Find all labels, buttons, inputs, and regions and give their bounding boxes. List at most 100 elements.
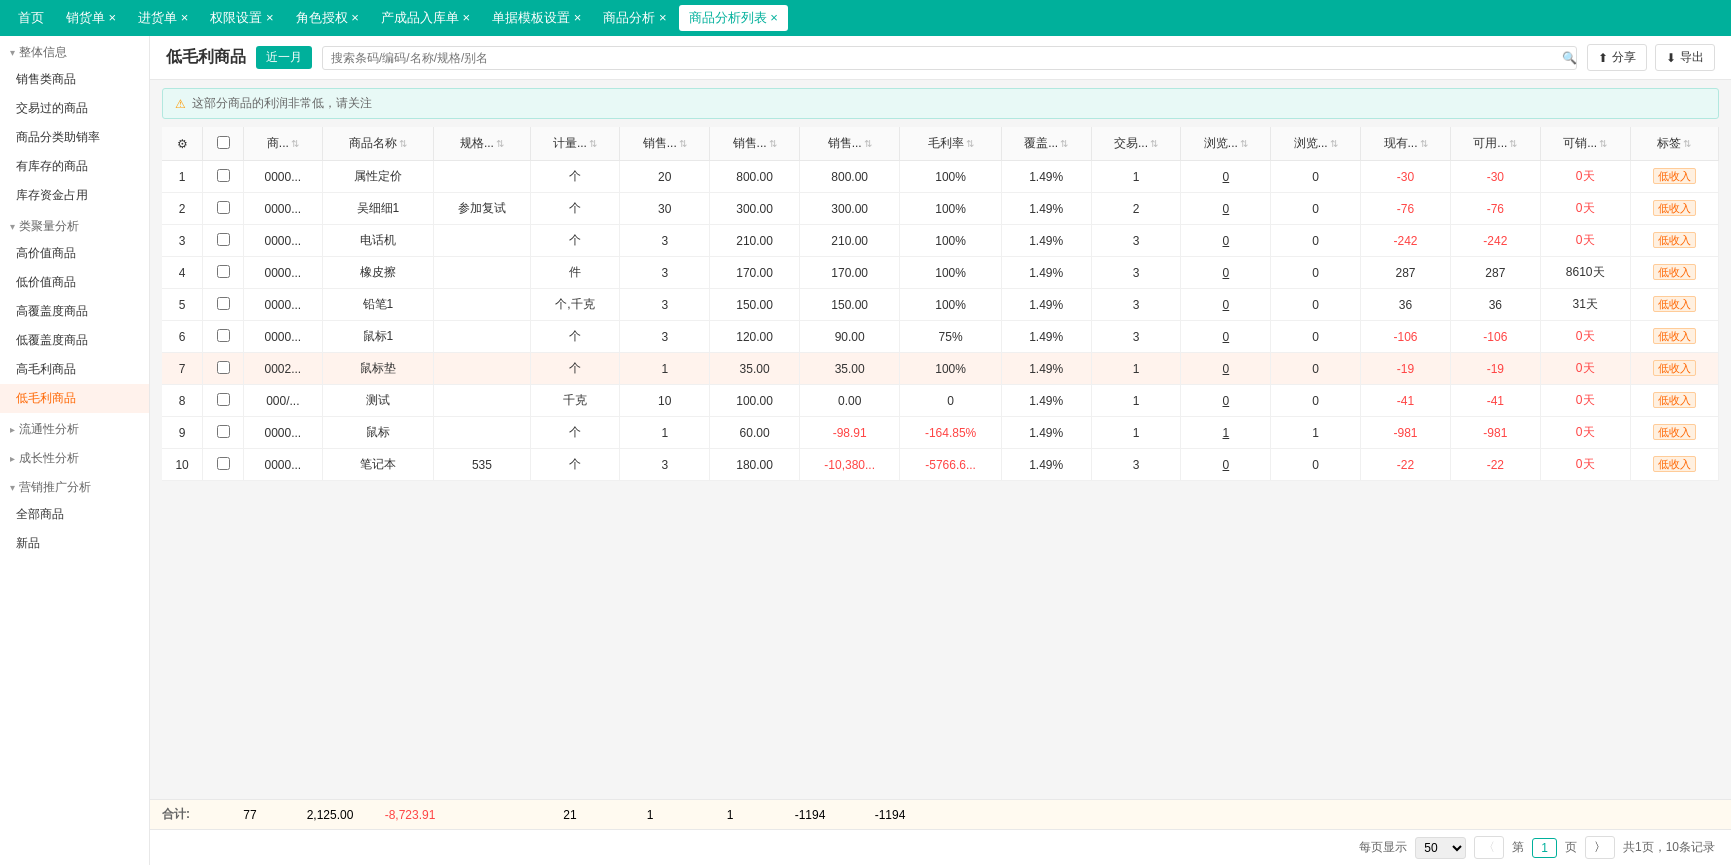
row-checkbox[interactable] (217, 457, 230, 470)
cell-transaction: 3 (1091, 449, 1181, 481)
cell-checkbox[interactable] (203, 449, 244, 481)
export-button[interactable]: ⬇ 导出 (1655, 44, 1715, 71)
sidebar-group-marketing[interactable]: ▾ 营销推广分析 (0, 471, 149, 500)
footer-spacer1 (450, 808, 530, 822)
col-sellable[interactable]: 可销...⇅ (1540, 127, 1630, 161)
cell-view1[interactable]: 1 (1181, 417, 1271, 449)
cell-view1[interactable]: 0 (1181, 321, 1271, 353)
col-view1[interactable]: 浏览...⇅ (1181, 127, 1271, 161)
cell-tag: 低收入 (1630, 417, 1718, 449)
nav-analysis[interactable]: 商品分析 × (593, 5, 676, 31)
search-input[interactable] (322, 46, 1577, 70)
col-checkbox[interactable] (203, 127, 244, 161)
row-checkbox[interactable] (217, 233, 230, 246)
row-checkbox[interactable] (217, 393, 230, 406)
col-unit[interactable]: 计量...⇅ (530, 127, 620, 161)
layout: ▾ 整体信息 销售类商品 交易过的商品 商品分类助销率 有库存的商品 库存资金占… (0, 36, 1731, 865)
col-coverage[interactable]: 覆盖...⇅ (1001, 127, 1091, 161)
sidebar-item-sales-products[interactable]: 销售类商品 (0, 65, 149, 94)
nav-products[interactable]: 产成品入库单 × (371, 5, 480, 31)
col-sales-price[interactable]: 销售...⇅ (710, 127, 800, 161)
col-name[interactable]: 商品名称⇅ (322, 127, 434, 161)
sidebar-item-capital[interactable]: 库存资金占用 (0, 181, 149, 210)
cell-current: -242 (1361, 225, 1451, 257)
col-gross-margin[interactable]: 毛利率⇅ (900, 127, 1001, 161)
sidebar-group-flow[interactable]: ▸ 流通性分析 (0, 413, 149, 442)
cell-name: 测试 (322, 385, 434, 417)
cell-checkbox[interactable] (203, 225, 244, 257)
nav-purchase[interactable]: 进货单 × (128, 5, 198, 31)
nav-templates[interactable]: 单据模板设置 × (482, 5, 591, 31)
row-checkbox[interactable] (217, 425, 230, 438)
nav-sales[interactable]: 销货单 × (56, 5, 126, 31)
next-page-button[interactable]: 〉 (1585, 836, 1615, 859)
sidebar-item-low-coverage[interactable]: 低覆盖度商品 (0, 326, 149, 355)
cell-no: 7 (162, 353, 203, 385)
cell-checkbox[interactable] (203, 193, 244, 225)
sidebar-item-traded[interactable]: 交易过的商品 (0, 94, 149, 123)
sidebar-item-low-margin[interactable]: 低毛利商品 (0, 384, 149, 413)
row-checkbox[interactable] (217, 329, 230, 342)
row-checkbox[interactable] (217, 201, 230, 214)
cell-sales-amount: 300.00 (799, 193, 899, 225)
cell-code: 0000... (244, 289, 322, 321)
cell-available: -981 (1450, 417, 1540, 449)
cell-view1[interactable]: 0 (1181, 161, 1271, 193)
cell-view1[interactable]: 0 (1181, 225, 1271, 257)
cell-view1[interactable]: 0 (1181, 385, 1271, 417)
col-spec[interactable]: 规格...⇅ (434, 127, 530, 161)
cell-available: -22 (1450, 449, 1540, 481)
sidebar-item-high-coverage[interactable]: 高覆盖度商品 (0, 297, 149, 326)
col-available[interactable]: 可用...⇅ (1450, 127, 1540, 161)
cell-checkbox[interactable] (203, 353, 244, 385)
cell-view2: 0 (1271, 257, 1361, 289)
cell-checkbox[interactable] (203, 257, 244, 289)
sidebar-item-high-value[interactable]: 高价值商品 (0, 239, 149, 268)
sidebar-item-high-margin[interactable]: 高毛利商品 (0, 355, 149, 384)
sidebar-group-cluster[interactable]: ▾ 类聚量分析 (0, 210, 149, 239)
select-all-checkbox[interactable] (217, 136, 230, 149)
sidebar-item-new-products[interactable]: 新品 (0, 529, 149, 558)
sidebar-group-growth[interactable]: ▸ 成长性分析 (0, 442, 149, 471)
row-checkbox[interactable] (217, 297, 230, 310)
cell-checkbox[interactable] (203, 417, 244, 449)
cell-view1[interactable]: 0 (1181, 449, 1271, 481)
col-sales-qty[interactable]: 销售...⇅ (620, 127, 710, 161)
per-page-select[interactable]: 50 100 200 (1415, 837, 1466, 859)
time-filter-button[interactable]: 近一月 (256, 46, 312, 69)
row-checkbox[interactable] (217, 169, 230, 182)
cell-checkbox[interactable] (203, 161, 244, 193)
cell-checkbox[interactable] (203, 289, 244, 321)
sidebar-item-category-rate[interactable]: 商品分类助销率 (0, 123, 149, 152)
col-settings[interactable]: ⚙ (162, 127, 203, 161)
nav-permissions[interactable]: 权限设置 × (200, 5, 283, 31)
cell-no: 4 (162, 257, 203, 289)
cell-checkbox[interactable] (203, 385, 244, 417)
col-view2[interactable]: 浏览...⇅ (1271, 127, 1361, 161)
sidebar-item-low-value[interactable]: 低价值商品 (0, 268, 149, 297)
sidebar-item-all-products[interactable]: 全部商品 (0, 500, 149, 529)
nav-roles[interactable]: 角色授权 × (286, 5, 369, 31)
row-checkbox[interactable] (217, 361, 230, 374)
sidebar-group-overall[interactable]: ▾ 整体信息 (0, 36, 149, 65)
share-button[interactable]: ⬆ 分享 (1587, 44, 1647, 71)
table-row: 8 000/... 测试 千克 10 100.00 0.00 0 1.49% 1… (162, 385, 1719, 417)
col-sales-amount[interactable]: 销售...⇅ (799, 127, 899, 161)
nav-analysis-list[interactable]: 商品分析列表 × (679, 5, 788, 31)
nav-home[interactable]: 首页 (8, 5, 54, 31)
prev-page-button[interactable]: 〈 (1474, 836, 1504, 859)
col-code[interactable]: 商...⇅ (244, 127, 322, 161)
header-actions: ⬆ 分享 ⬇ 导出 (1587, 44, 1715, 71)
cell-checkbox[interactable] (203, 321, 244, 353)
row-checkbox[interactable] (217, 265, 230, 278)
cell-view1[interactable]: 0 (1181, 289, 1271, 321)
sidebar-item-in-stock[interactable]: 有库存的商品 (0, 152, 149, 181)
col-current[interactable]: 现有...⇅ (1361, 127, 1451, 161)
table-header-row: ⚙ 商...⇅ 商品名称⇅ 规格...⇅ 计量...⇅ 销售...⇅ 销售...… (162, 127, 1719, 161)
col-tag[interactable]: 标签⇅ (1630, 127, 1718, 161)
col-transaction[interactable]: 交易...⇅ (1091, 127, 1181, 161)
cell-view1[interactable]: 0 (1181, 193, 1271, 225)
cell-view1[interactable]: 0 (1181, 353, 1271, 385)
search-button[interactable]: 🔍 (1562, 51, 1577, 65)
cell-view1[interactable]: 0 (1181, 257, 1271, 289)
